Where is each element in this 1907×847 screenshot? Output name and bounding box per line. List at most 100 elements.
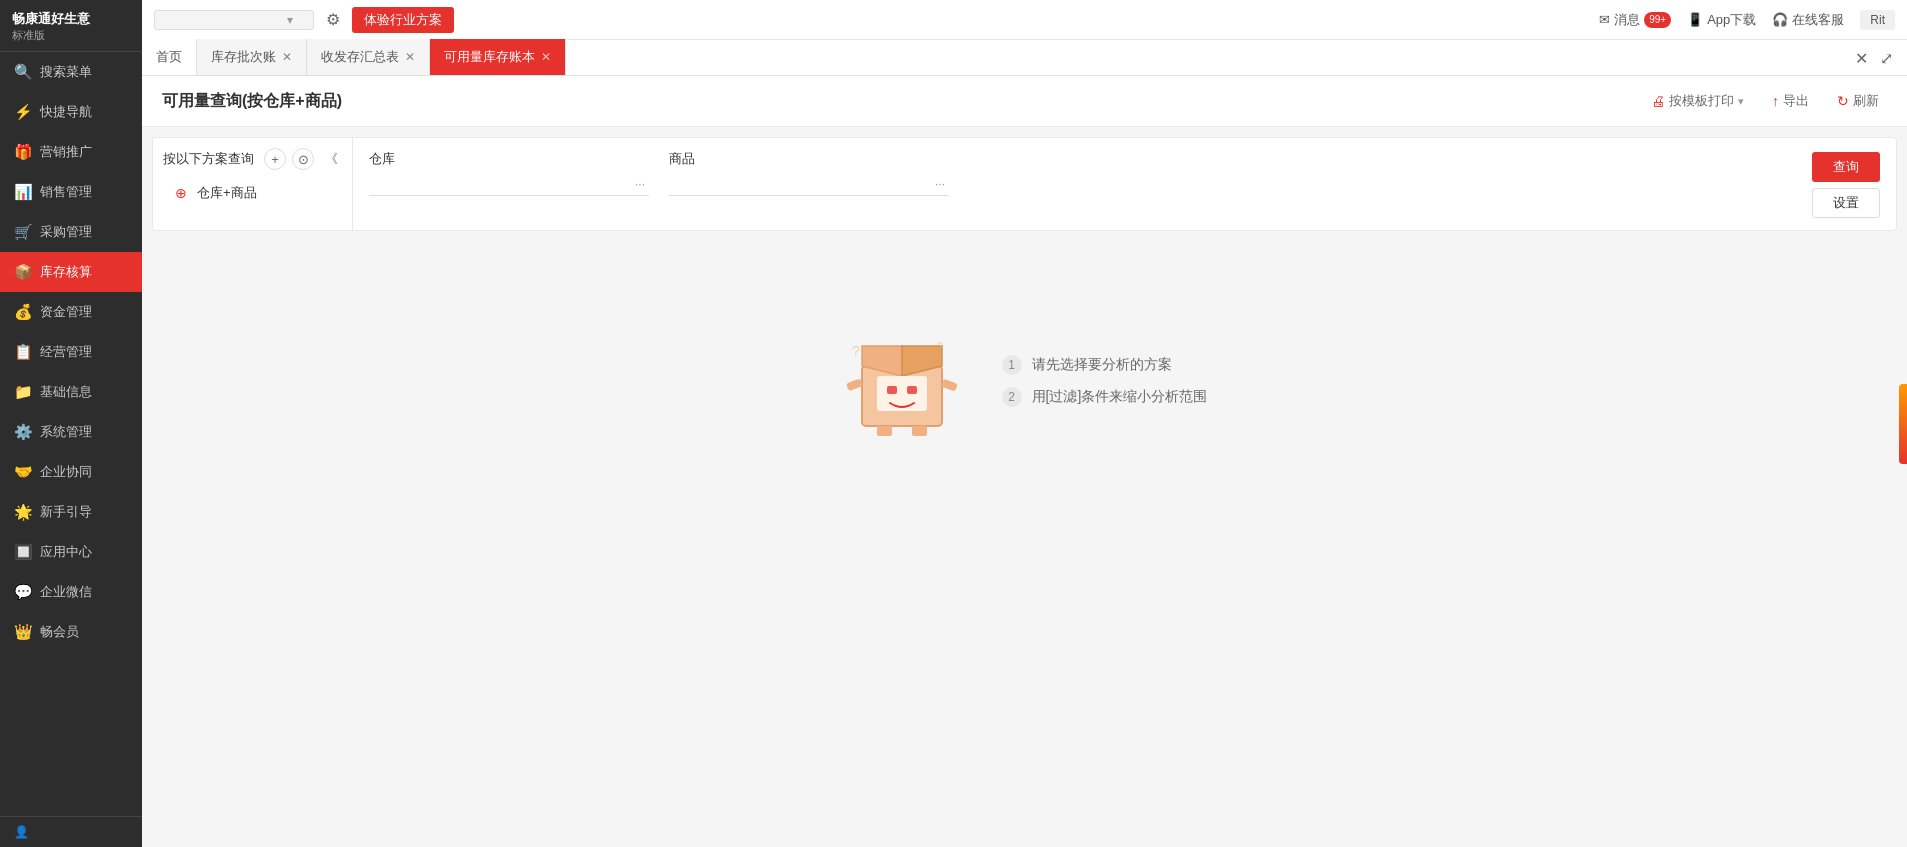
- sidebar-item-marketing[interactable]: 🎁 营销推广: [0, 132, 142, 172]
- chart-icon: 📊: [14, 183, 32, 201]
- scheme-icon: ⊕: [171, 183, 191, 203]
- sidebar-item-search[interactable]: 🔍 搜索菜单: [0, 52, 142, 92]
- product-input-row: ···: [669, 172, 949, 196]
- sidebar-item-label: 销售管理: [40, 183, 92, 201]
- tab-close-icon[interactable]: ✕: [282, 50, 292, 64]
- export-icon: ↑: [1772, 93, 1779, 109]
- tab-available-inventory[interactable]: 可用量库存账本 ✕: [430, 39, 566, 75]
- sidebar-item-app-center[interactable]: 🔲 应用中心: [0, 532, 142, 572]
- handshake-icon: 🤝: [14, 463, 32, 481]
- scroll-indicator: [1899, 384, 1907, 464]
- sidebar-item-purchase[interactable]: 🛒 采购管理: [0, 212, 142, 252]
- tab-home[interactable]: 首页: [142, 39, 197, 75]
- tab-inventory-batch[interactable]: 库存批次账 ✕: [197, 39, 307, 75]
- warehouse-filter-field: 仓库 ···: [369, 150, 649, 196]
- svg-rect-9: [941, 379, 958, 392]
- message-action[interactable]: ✉ 消息 99+: [1599, 11, 1671, 29]
- svg-rect-7: [912, 426, 927, 436]
- sidebar-footer-icon: 👤: [14, 825, 29, 839]
- lightning-icon: ⚡: [14, 103, 32, 121]
- filter-settings-button[interactable]: 设置: [1812, 188, 1880, 218]
- sidebar-item-operations[interactable]: 📋 经营管理: [0, 332, 142, 372]
- svg-rect-6: [877, 426, 892, 436]
- filter-scheme-icons: + ⊙ 《: [264, 148, 342, 170]
- sidebar-item-membership[interactable]: 👑 畅会员: [0, 612, 142, 652]
- trial-button[interactable]: 体验行业方案: [352, 7, 454, 33]
- tab-label: 首页: [156, 48, 182, 66]
- page-title: 可用量查询(按仓库+商品): [162, 91, 342, 112]
- sidebar-item-label: 搜索菜单: [40, 63, 92, 81]
- box-icon: 📦: [14, 263, 32, 281]
- header-search-box[interactable]: ▾: [154, 10, 314, 30]
- tab-close-icon[interactable]: ✕: [405, 50, 415, 64]
- app-download-action[interactable]: 📱 App下载: [1687, 11, 1756, 29]
- header-search-input[interactable]: [163, 13, 283, 27]
- sidebar-item-label: 采购管理: [40, 223, 92, 241]
- sidebar-item-quick-nav[interactable]: ⚡ 快捷导航: [0, 92, 142, 132]
- sidebar-item-label: 资金管理: [40, 303, 92, 321]
- sidebar-item-finance[interactable]: 💰 资金管理: [0, 292, 142, 332]
- sidebar-item-enterprise-wechat[interactable]: 💬 企业微信: [0, 572, 142, 612]
- chevron-down-icon[interactable]: ▾: [287, 13, 293, 27]
- page-header: 可用量查询(按仓库+商品) 🖨 按模板打印 ▾ ↑ 导出 ↻ 刷新: [142, 76, 1907, 127]
- clipboard-icon: 📋: [14, 343, 32, 361]
- tip-text-1: 请先选择要分析的方案: [1032, 356, 1172, 374]
- refresh-button[interactable]: ↻ 刷新: [1829, 88, 1887, 114]
- sidebar-item-label: 应用中心: [40, 543, 92, 561]
- product-input[interactable]: [673, 176, 931, 191]
- product-filter-field: 商品 ···: [669, 150, 949, 196]
- tab-bar: 首页 库存批次账 ✕ 收发存汇总表 ✕ 可用量库存账本 ✕ ✕ ⤢: [142, 40, 1907, 76]
- user-display: Rit: [1870, 13, 1885, 27]
- sidebar-item-system[interactable]: ⚙️ 系统管理: [0, 412, 142, 452]
- warehouse-label: 仓库: [369, 150, 649, 168]
- scheme-item-warehouse-product[interactable]: ⊕ 仓库+商品: [163, 178, 342, 208]
- empty-state-inner: ? ? 1 请先选择要分析的方案 2 用[过滤]条件来缩小分析范围: [842, 321, 1208, 441]
- sidebar-item-basic-info[interactable]: 📁 基础信息: [0, 372, 142, 412]
- tab-receive-summary[interactable]: 收发存汇总表 ✕: [307, 39, 430, 75]
- sidebar-item-inventory[interactable]: 📦 库存核算: [0, 252, 142, 292]
- print-button[interactable]: 🖨 按模板打印 ▾: [1643, 88, 1752, 114]
- header-actions: ✉ 消息 99+ 📱 App下载 🎧 在线客服 Rit: [1599, 10, 1895, 30]
- sidebar-item-label: 新手引导: [40, 503, 92, 521]
- top-header: ▾ ⚙ 体验行业方案 ✉ 消息 99+ 📱 App下载 🎧 在线客服 Rit: [142, 0, 1907, 40]
- headset-icon: 🎧: [1772, 12, 1788, 27]
- maximize-icon[interactable]: ⤢: [1878, 47, 1895, 70]
- sidebar-item-label: 企业微信: [40, 583, 92, 601]
- user-menu[interactable]: Rit: [1860, 10, 1895, 30]
- folder-icon: 📁: [14, 383, 32, 401]
- sidebar-item-label: 基础信息: [40, 383, 92, 401]
- product-more-icon[interactable]: ···: [935, 177, 945, 191]
- add-scheme-icon[interactable]: +: [264, 148, 286, 170]
- gift-icon: 🎁: [14, 143, 32, 161]
- empty-tip-2: 2 用[过滤]条件来缩小分析范围: [1002, 387, 1208, 407]
- print-label: 按模板打印: [1669, 92, 1734, 110]
- app-subtitle: 标准版: [12, 28, 130, 43]
- grid-icon: 🔲: [14, 543, 32, 561]
- sidebar-item-sales[interactable]: 📊 销售管理: [0, 172, 142, 212]
- sidebar-item-label: 系统管理: [40, 423, 92, 441]
- warehouse-more-icon[interactable]: ···: [635, 177, 645, 191]
- svg-rect-4: [887, 386, 897, 394]
- close-window-icon[interactable]: ✕: [1853, 47, 1870, 70]
- export-label: 导出: [1783, 92, 1809, 110]
- sidebar-item-guide[interactable]: 🌟 新手引导: [0, 492, 142, 532]
- filter-scheme-panel: 按以下方案查询 + ⊙ 《 ⊕ 仓库+商品: [153, 138, 353, 230]
- scheme-settings-icon[interactable]: ⊙: [292, 148, 314, 170]
- tip-text-2: 用[过滤]条件来缩小分析范围: [1032, 388, 1208, 406]
- svg-rect-8: [846, 379, 863, 392]
- settings-icon[interactable]: ⚙: [322, 8, 344, 31]
- cart-icon: 🛒: [14, 223, 32, 241]
- query-button[interactable]: 查询: [1812, 152, 1880, 182]
- export-button[interactable]: ↑ 导出: [1764, 88, 1817, 114]
- warehouse-input[interactable]: [373, 176, 631, 191]
- tab-label: 可用量库存账本: [444, 48, 535, 66]
- page-content: 可用量查询(按仓库+商品) 🖨 按模板打印 ▾ ↑ 导出 ↻ 刷新: [142, 76, 1907, 847]
- svg-text:?: ?: [937, 340, 944, 354]
- sidebar-item-collaboration[interactable]: 🤝 企业协同: [0, 452, 142, 492]
- customer-service-action[interactable]: 🎧 在线客服: [1772, 11, 1844, 29]
- tab-label: 收发存汇总表: [321, 48, 399, 66]
- svg-text:?: ?: [852, 343, 860, 359]
- tab-close-icon[interactable]: ✕: [541, 50, 551, 64]
- collapse-icon[interactable]: 《: [320, 148, 342, 170]
- empty-state: ? ? 1 请先选择要分析的方案 2 用[过滤]条件来缩小分析范围: [142, 241, 1907, 521]
